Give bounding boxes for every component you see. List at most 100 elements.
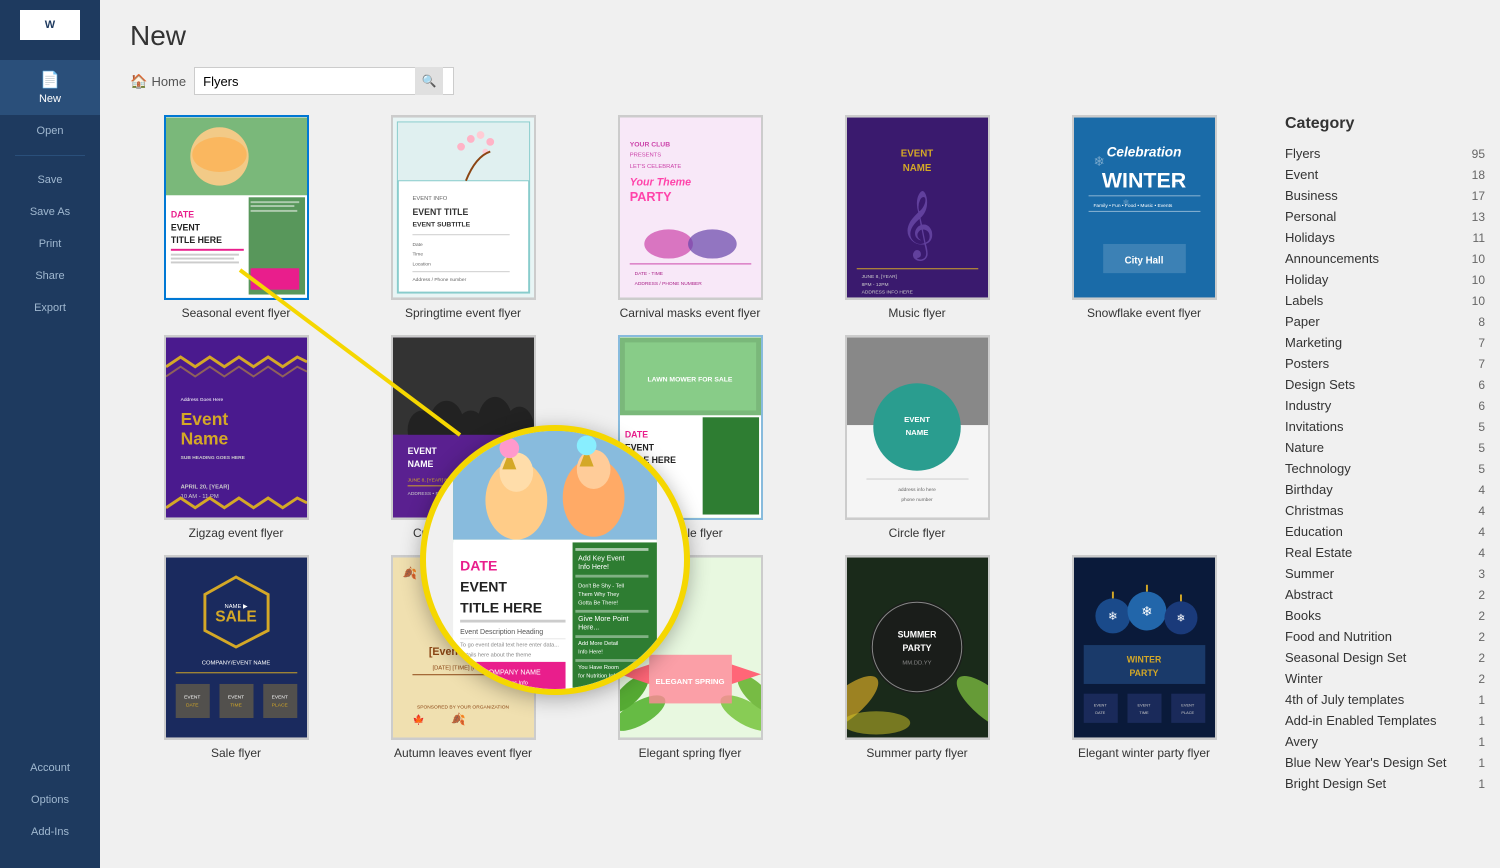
template-item-snowflake[interactable]: ❄ ❄ ❄ Celebration WINTER Family • Fun • … xyxy=(1038,115,1250,320)
sidebar-item-addins[interactable]: Add-Ins xyxy=(0,816,100,848)
template-thumb-seasonal-event: DATE EVENT TITLE HERE xyxy=(164,115,309,300)
category-item[interactable]: Blue New Year's Design Set1 xyxy=(1285,752,1485,773)
category-item[interactable]: Summer3 xyxy=(1285,563,1485,584)
sidebar-item-options[interactable]: Options xyxy=(0,784,100,816)
template-item-zigzag[interactable]: Address Goes Here Event Name SUB HEADING… xyxy=(130,335,342,540)
template-item-summer-party[interactable]: SUMMER PARTY MM.DD.YY Summer party flyer xyxy=(811,555,1023,760)
svg-text:[DATE] [TIME] [PLACE]: [DATE] [TIME] [PLACE] xyxy=(432,665,493,671)
category-item[interactable]: 4th of July templates1 xyxy=(1285,689,1485,710)
category-item-label: Real Estate xyxy=(1285,545,1352,560)
svg-text:EVENT: EVENT xyxy=(170,222,200,232)
svg-text:MM.DD.YY: MM.DD.YY xyxy=(902,661,931,667)
template-item-forsale[interactable]: LAWN MOWER FOR SALE DATE EVENT TITLE HER… xyxy=(584,335,796,540)
svg-text:AUTUMN: AUTUMN xyxy=(448,630,477,637)
svg-text:SUMMER: SUMMER xyxy=(897,629,937,639)
category-item[interactable]: Marketing7 xyxy=(1285,332,1485,353)
sidebar-item-account[interactable]: Account xyxy=(0,752,100,784)
sidebar-item-open[interactable]: Open xyxy=(0,115,100,147)
category-item-count: 17 xyxy=(1472,189,1485,203)
category-item[interactable]: Christmas4 xyxy=(1285,500,1485,521)
category-item[interactable]: Abstract2 xyxy=(1285,584,1485,605)
home-link[interactable]: 🏠 Home xyxy=(130,73,186,90)
category-item[interactable]: Announcements10 xyxy=(1285,248,1485,269)
options-label: Options xyxy=(31,794,69,806)
category-item[interactable]: Labels10 xyxy=(1285,290,1485,311)
template-item-sale[interactable]: NAME ▶ SALE COMPANY/EVENT NAME EVENT DAT… xyxy=(130,555,342,760)
svg-text:PARTY: PARTY xyxy=(902,643,931,653)
category-item-label: Education xyxy=(1285,524,1343,539)
svg-text:TIME: TIME xyxy=(1139,710,1149,715)
sidebar-item-new[interactable]: 📄 New xyxy=(0,60,100,115)
template-item-circle[interactable]: EVENT NAME address info here phone numbe… xyxy=(811,335,1023,540)
category-item[interactable]: Industry6 xyxy=(1285,395,1485,416)
category-item-count: 95 xyxy=(1472,147,1485,161)
category-item[interactable]: Business17 xyxy=(1285,185,1485,206)
category-item[interactable]: Holiday10 xyxy=(1285,269,1485,290)
template-label-elegant-winter: Elegant winter party flyer xyxy=(1078,746,1210,760)
category-item-count: 13 xyxy=(1472,210,1485,224)
template-item-cultural[interactable]: EVENT NAME JUNE 8, [YEAR] 8 PM - 12PM AD… xyxy=(357,335,569,540)
svg-text:PARTY: PARTY xyxy=(1129,668,1158,678)
template-item-autumn[interactable]: 🍂 🍁 🍂 🍁 AUTUMN [Event Name] [DATE] [TIME… xyxy=(357,555,569,760)
category-item-count: 11 xyxy=(1473,231,1485,245)
svg-text:phone number: phone number xyxy=(901,497,933,503)
svg-text:Time: Time xyxy=(412,252,423,258)
category-item[interactable]: Books2 xyxy=(1285,605,1485,626)
category-item[interactable]: Holidays11 xyxy=(1285,227,1485,248)
category-item[interactable]: Birthday4 xyxy=(1285,479,1485,500)
svg-text:ADDRESS INFO HERE: ADDRESS INFO HERE xyxy=(861,290,913,296)
svg-text:🍁: 🍁 xyxy=(412,714,424,726)
sidebar-item-label: New xyxy=(39,93,61,105)
category-item[interactable]: Real Estate4 xyxy=(1285,542,1485,563)
category-item-count: 5 xyxy=(1478,420,1485,434)
category-item[interactable]: Posters7 xyxy=(1285,353,1485,374)
category-item-count: 6 xyxy=(1478,378,1485,392)
category-item[interactable]: Design Sets6 xyxy=(1285,374,1485,395)
category-item[interactable]: Add-in Enabled Templates1 xyxy=(1285,710,1485,731)
sidebar-item-print[interactable]: Print xyxy=(0,228,100,260)
category-item[interactable]: Food and Nutrition2 xyxy=(1285,626,1485,647)
template-item-music[interactable]: EVENT NAME 𝄞 JUNE 8, [YEAR] 8PM - 12PM A… xyxy=(811,115,1023,320)
category-item[interactable]: Avery1 xyxy=(1285,731,1485,752)
template-item-seasonal-event[interactable]: DATE EVENT TITLE HERE xyxy=(130,115,342,320)
category-item[interactable]: Seasonal Design Set2 xyxy=(1285,647,1485,668)
sidebar-item-export[interactable]: Export xyxy=(0,292,100,324)
category-item-count: 3 xyxy=(1478,567,1485,581)
category-item[interactable]: Bright Design Set1 xyxy=(1285,773,1485,794)
template-item-springtime[interactable]: EVENT INFO EVENT TITLE EVENT SUBTITLE Da… xyxy=(357,115,569,320)
category-item-label: Paper xyxy=(1285,314,1320,329)
svg-text:EVENT: EVENT xyxy=(1181,702,1195,707)
category-list: Flyers95Event18Business17Personal13Holid… xyxy=(1285,143,1485,794)
category-item[interactable]: Nature5 xyxy=(1285,437,1485,458)
svg-text:EVENT: EVENT xyxy=(624,442,654,452)
svg-text:❄: ❄ xyxy=(1176,613,1185,625)
saveas-label: Save As xyxy=(30,206,70,218)
category-item-count: 1 xyxy=(1478,714,1485,728)
category-item-count: 4 xyxy=(1478,525,1485,539)
template-item-elegant-winter[interactable]: ❄ ❄ ❄ WINTER PARTY EVENT DATE EVENT xyxy=(1038,555,1250,760)
svg-text:EVENT: EVENT xyxy=(1093,702,1107,707)
template-label-forsale: for sale flyer xyxy=(657,526,722,540)
category-item-count: 1 xyxy=(1478,756,1485,770)
category-item[interactable]: Invitations5 xyxy=(1285,416,1485,437)
svg-text:DATE: DATE xyxy=(1095,710,1105,715)
search-button[interactable]: 🔍 xyxy=(415,67,443,95)
category-item-label: Marketing xyxy=(1285,335,1342,350)
template-label-snowflake: Snowflake event flyer xyxy=(1087,306,1201,320)
template-item-elegant-spring[interactable]: ELEGANT SPRING Elegant spring flyer xyxy=(584,555,796,760)
category-item-label: Technology xyxy=(1285,461,1351,476)
category-item[interactable]: Technology5 xyxy=(1285,458,1485,479)
category-item[interactable]: Event18 xyxy=(1285,164,1485,185)
category-item[interactable]: Education 4 xyxy=(1285,521,1485,542)
template-item-carnival[interactable]: YOUR CLUB PRESENTS LET'S CELEBRATE Your … xyxy=(584,115,796,320)
category-item[interactable]: Winter2 xyxy=(1285,668,1485,689)
category-item-count: 18 xyxy=(1472,168,1485,182)
sidebar-item-save[interactable]: Save xyxy=(0,164,100,196)
category-item[interactable]: Flyers95 xyxy=(1285,143,1485,164)
category-item-count: 2 xyxy=(1478,630,1485,644)
sidebar-item-saveas[interactable]: Save As xyxy=(0,196,100,228)
category-item[interactable]: Paper8 xyxy=(1285,311,1485,332)
search-input[interactable] xyxy=(195,68,415,94)
sidebar-item-share[interactable]: Share xyxy=(0,260,100,292)
category-item[interactable]: Personal13 xyxy=(1285,206,1485,227)
